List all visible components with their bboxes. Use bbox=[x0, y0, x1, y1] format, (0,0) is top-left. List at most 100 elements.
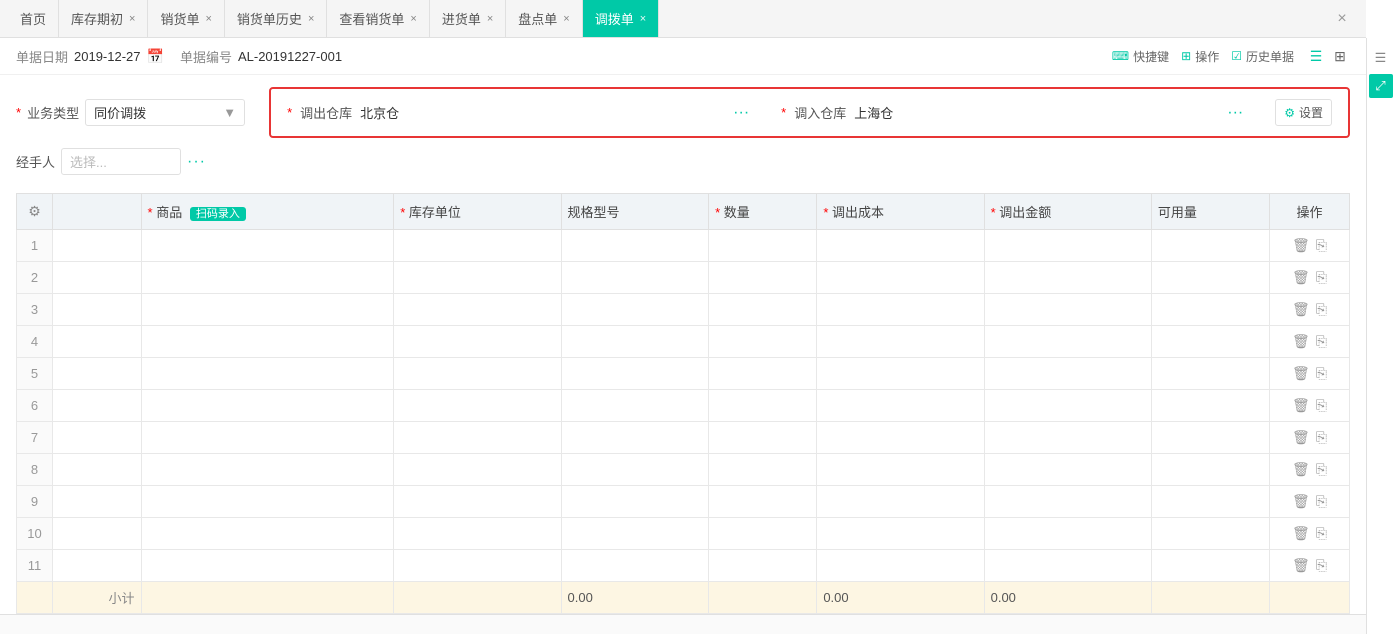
copy-row-icon[interactable]: ⎘ bbox=[1316, 493, 1327, 510]
delete-row-icon[interactable]: 🗑 bbox=[1292, 493, 1310, 510]
warehouse-out-more-button[interactable]: ··· bbox=[733, 104, 749, 122]
right-sidebar-expand-button[interactable]: ⤢ bbox=[1369, 74, 1393, 98]
delete-row-icon[interactable]: 🗑 bbox=[1292, 461, 1310, 478]
warehouse-in-req: * bbox=[781, 105, 786, 120]
tab-sales-order[interactable]: 销货单 × bbox=[148, 0, 224, 37]
date-value: 2019-12-27 bbox=[74, 49, 141, 64]
copy-row-icon[interactable]: ⎘ bbox=[1316, 429, 1327, 446]
delete-row-icon[interactable]: 🗑 bbox=[1292, 237, 1310, 254]
handler-more-button[interactable]: ··· bbox=[187, 153, 206, 171]
th-gear[interactable]: ⚙ bbox=[17, 194, 53, 230]
warehouse-out-value: 北京仓 bbox=[360, 103, 399, 122]
close-tab-sales-history[interactable]: × bbox=[308, 13, 314, 25]
layout-icons: ☰ ⊞ bbox=[1306, 46, 1350, 66]
close-tab-transfer[interactable]: × bbox=[640, 13, 646, 25]
biz-type-arrow: ▼ bbox=[223, 105, 236, 120]
history-icon: ☑ bbox=[1231, 49, 1242, 63]
layout-grid-icon[interactable]: ⊞ bbox=[1330, 46, 1350, 66]
copy-row-icon[interactable]: ⎘ bbox=[1316, 397, 1327, 414]
quick-key-icon: ⌨ bbox=[1112, 49, 1129, 63]
copy-row-icon[interactable]: ⎘ bbox=[1316, 237, 1327, 254]
date-field: 单据日期 2019-12-27 📅 bbox=[16, 47, 164, 66]
table-body: 1🗑⎘ 2🗑⎘ 3🗑⎘ 4🗑⎘ 5🗑⎘ 6🗑⎘ 7🗑⎘ 8🗑⎘ 9🗑⎘ 10🗑⎘… bbox=[17, 230, 1350, 614]
copy-row-icon[interactable]: ⎘ bbox=[1316, 365, 1327, 382]
gear-col-icon: ⚙ bbox=[28, 203, 41, 219]
th-row-num bbox=[53, 194, 142, 230]
delete-row-icon[interactable]: 🗑 bbox=[1292, 333, 1310, 350]
ops-icon: ⊞ bbox=[1181, 49, 1191, 63]
handler-label: 经手人 bbox=[16, 152, 55, 171]
copy-row-icon[interactable]: ⎘ bbox=[1316, 333, 1327, 350]
scan-entry-button[interactable]: 扫码录入 bbox=[190, 207, 246, 221]
warehouse-out-req: * bbox=[287, 105, 292, 120]
table-container: ⚙ * 商品 扫码录入 * 库存单位 规格型号 * 数量 bbox=[16, 193, 1350, 614]
calendar-icon[interactable]: 📅 bbox=[147, 48, 164, 65]
tab-inventory-init[interactable]: 库存期初 × bbox=[59, 0, 148, 37]
copy-row-icon[interactable]: ⎘ bbox=[1316, 461, 1327, 478]
table-row: 6🗑⎘ bbox=[17, 390, 1350, 422]
th-qty: * 数量 bbox=[709, 194, 817, 230]
delete-row-icon[interactable]: 🗑 bbox=[1292, 365, 1310, 382]
tab-bar: 首页 库存期初 × 销货单 × 销货单历史 × 查看销货单 × 进货单 × 盘点… bbox=[0, 0, 1366, 38]
toolbar-row: 单据日期 2019-12-27 📅 单据编号 AL-20191227-001 ⌨… bbox=[0, 38, 1366, 75]
delete-row-icon[interactable]: 🗑 bbox=[1292, 397, 1310, 414]
table-row: 5🗑⎘ bbox=[17, 358, 1350, 390]
warehouse-in-field: * 调入仓库 上海仓 ··· bbox=[781, 103, 1243, 122]
warehouse-in-more-button[interactable]: ··· bbox=[1227, 104, 1243, 122]
table-row: 8🗑⎘ bbox=[17, 454, 1350, 486]
warehouse-setting-button[interactable]: ⚙ 设置 bbox=[1275, 99, 1332, 126]
tab-sales-history[interactable]: 销货单历史 × bbox=[225, 0, 327, 37]
delete-row-icon[interactable]: 🗑 bbox=[1292, 557, 1310, 574]
tab-stocktaking[interactable]: 盘点单 × bbox=[506, 0, 582, 37]
copy-row-icon[interactable]: ⎘ bbox=[1316, 269, 1327, 286]
copy-row-icon[interactable]: ⎘ bbox=[1316, 525, 1327, 542]
main-table: ⚙ * 商品 扫码录入 * 库存单位 规格型号 * 数量 bbox=[16, 193, 1350, 614]
close-tab-view-sales[interactable]: × bbox=[410, 13, 416, 25]
subtotal-amount: 0.00 bbox=[984, 582, 1151, 614]
warehouse-out-field: * 调出仓库 北京仓 ··· bbox=[287, 103, 749, 122]
layout-list-icon[interactable]: ☰ bbox=[1306, 46, 1326, 66]
right-sidebar-list-button[interactable]: ☰ bbox=[1369, 46, 1393, 70]
delete-row-icon[interactable]: 🗑 bbox=[1292, 429, 1310, 446]
subtotal-label: 小计 bbox=[53, 582, 142, 614]
table-row: 9🗑⎘ bbox=[17, 486, 1350, 518]
tab-view-sales[interactable]: 查看销货单 × bbox=[327, 0, 429, 37]
close-tab-sales-order[interactable]: × bbox=[205, 13, 211, 25]
warehouse-setting-label: 设置 bbox=[1299, 104, 1323, 121]
copy-row-icon[interactable]: ⎘ bbox=[1316, 301, 1327, 318]
quick-key-button[interactable]: ⌨ 快捷键 bbox=[1112, 48, 1169, 65]
close-tab-inventory-init[interactable]: × bbox=[129, 13, 135, 25]
warehouse-in-value: 上海仓 bbox=[854, 103, 893, 122]
delete-row-icon[interactable]: 🗑 bbox=[1292, 269, 1310, 286]
biz-type-req: * bbox=[16, 105, 21, 120]
tab-home[interactable]: 首页 bbox=[8, 0, 59, 37]
handler-select[interactable]: 选择... bbox=[61, 148, 181, 175]
table-row: 11🗑⎘ bbox=[17, 550, 1350, 582]
th-amount: * 调出金额 bbox=[984, 194, 1151, 230]
ops-button[interactable]: ⊞ 操作 bbox=[1181, 48, 1219, 65]
close-tab-purchase[interactable]: × bbox=[487, 13, 493, 25]
th-available: 可用量 bbox=[1151, 194, 1269, 230]
delete-row-icon[interactable]: 🗑 bbox=[1292, 301, 1310, 318]
biz-type-select[interactable]: 同价调拨 ▼ bbox=[85, 99, 245, 126]
subtotal-qty: 0.00 bbox=[561, 582, 709, 614]
delete-row-icon[interactable]: 🗑 bbox=[1292, 525, 1310, 542]
th-unit: * 库存单位 bbox=[394, 194, 561, 230]
table-row: 4🗑⎘ bbox=[17, 326, 1350, 358]
window-close-button[interactable]: × bbox=[1326, 3, 1358, 35]
tab-purchase[interactable]: 进货单 × bbox=[430, 0, 506, 37]
biz-type-field: * 业务类型 同价调拨 ▼ bbox=[16, 99, 245, 126]
close-tab-stocktaking[interactable]: × bbox=[563, 13, 569, 25]
copy-row-icon[interactable]: ⎘ bbox=[1316, 557, 1327, 574]
tab-transfer[interactable]: 调拨单 × bbox=[583, 0, 659, 37]
history-button[interactable]: ☑ 历史单据 bbox=[1231, 48, 1294, 65]
table-row: 2🗑⎘ bbox=[17, 262, 1350, 294]
date-label: 单据日期 bbox=[16, 47, 68, 66]
th-goods: * 商品 扫码录入 bbox=[141, 194, 394, 230]
warehouse-box: * 调出仓库 北京仓 ··· * 调入仓库 上海仓 ··· ⚙ 设置 bbox=[269, 87, 1350, 138]
form-row-2: 经手人 选择... ··· bbox=[16, 148, 1350, 175]
table-header-row: ⚙ * 商品 扫码录入 * 库存单位 规格型号 * 数量 bbox=[17, 194, 1350, 230]
bill-no-field: 单据编号 AL-20191227-001 bbox=[180, 47, 342, 66]
handler-placeholder: 选择... bbox=[70, 152, 107, 171]
form-area: * 业务类型 同价调拨 ▼ * 调出仓库 北京仓 ··· * 调入仓库 bbox=[0, 75, 1366, 193]
